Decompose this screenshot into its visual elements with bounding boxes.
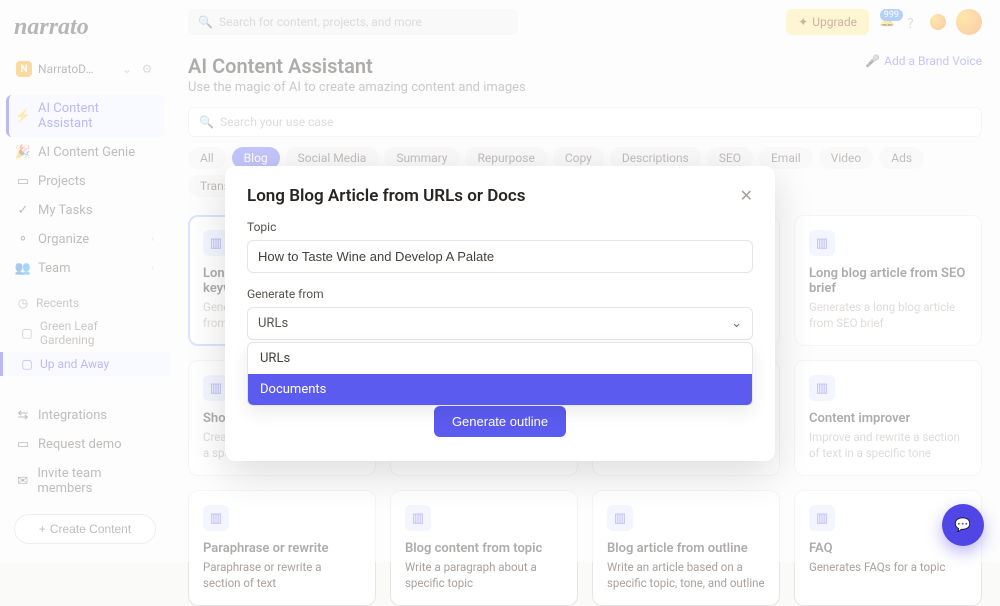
topic-label: Topic <box>247 220 753 234</box>
option-documents[interactable]: Documents <box>248 374 752 405</box>
select-current: URLs <box>258 316 288 331</box>
generate-from-select[interactable]: URLs ⌄ <box>247 307 753 340</box>
close-icon: ✕ <box>740 188 753 205</box>
chat-button[interactable]: 💬 <box>942 504 984 546</box>
generate-from-dropdown: URLs Documents <box>247 342 753 406</box>
modal-long-blog-urls-docs: Long Blog Article from URLs or Docs ✕ To… <box>225 166 775 461</box>
modal-title: Long Blog Article from URLs or Docs <box>247 186 526 206</box>
close-button[interactable]: ✕ <box>740 186 753 206</box>
generate-from-label: Generate from <box>247 287 753 301</box>
chat-icon: 💬 <box>955 518 971 533</box>
option-urls[interactable]: URLs <box>248 343 752 374</box>
modal-header: Long Blog Article from URLs or Docs ✕ <box>247 186 753 206</box>
topic-input[interactable] <box>247 240 753 273</box>
generate-outline-button[interactable]: Generate outline <box>434 406 566 437</box>
chevron-down-icon: ⌄ <box>731 316 742 331</box>
generate-from-select-wrap: URLs ⌄ URLs Documents <box>247 307 753 340</box>
